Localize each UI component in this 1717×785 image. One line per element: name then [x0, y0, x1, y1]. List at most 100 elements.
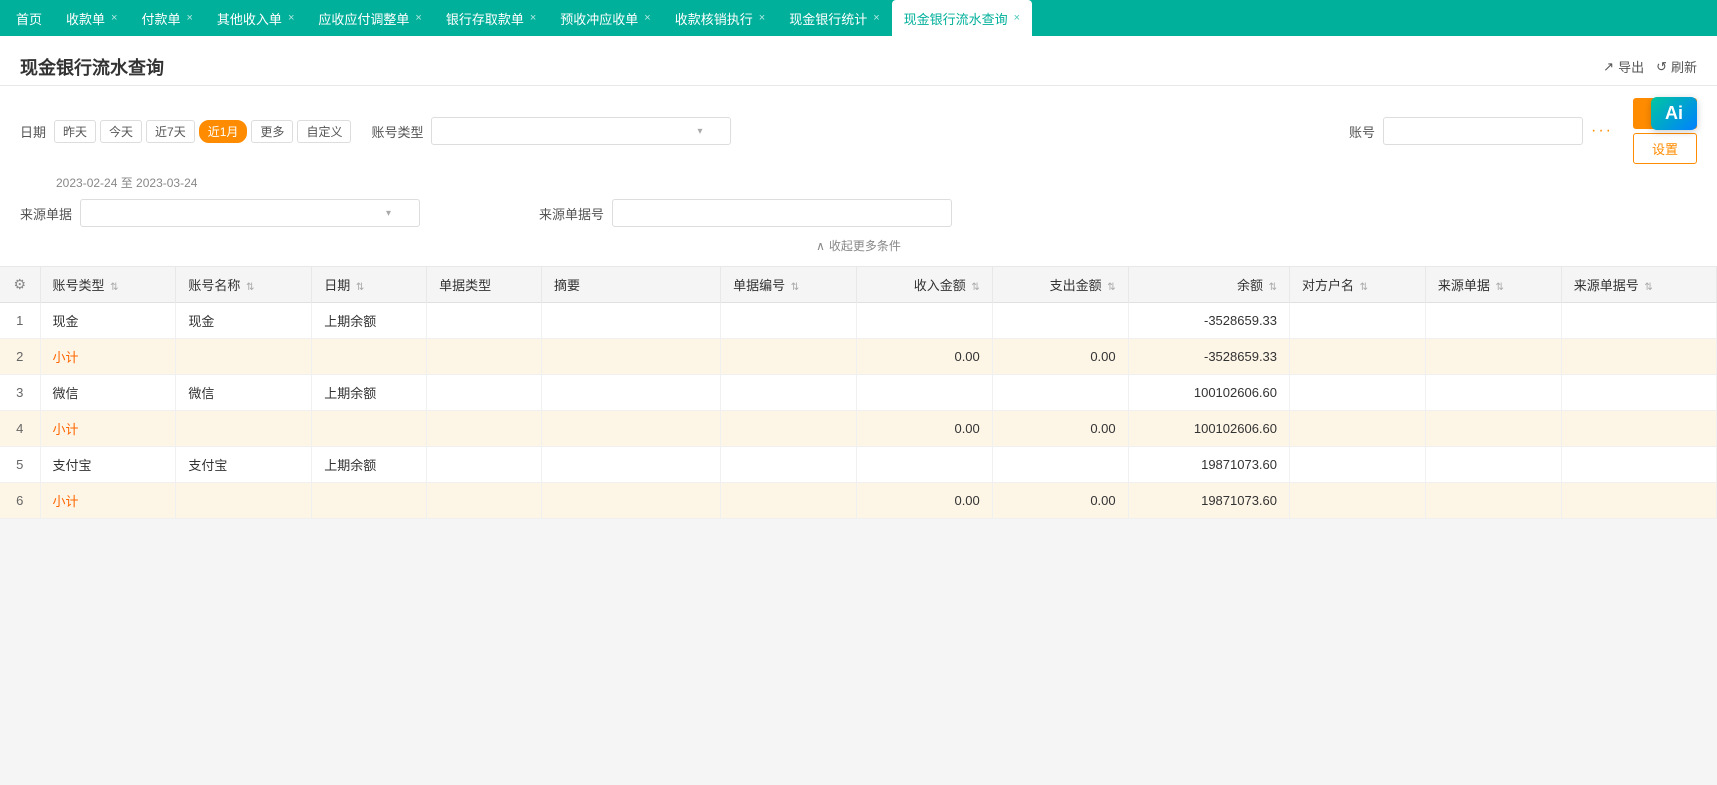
- col-account-type[interactable]: 账号类型 ⇅: [40, 267, 176, 303]
- settings-button[interactable]: 设置: [1633, 133, 1697, 164]
- col-doc-type[interactable]: 单据类型: [427, 267, 542, 303]
- filter-row-2: 来源单据 ▾ 来源单据号: [20, 199, 1697, 227]
- cell-date-1: [312, 339, 427, 375]
- cell-doc-type-1: [427, 339, 542, 375]
- nav-tab-close-4[interactable]: ×: [530, 12, 536, 24]
- cell-account-name-3: [176, 411, 312, 447]
- nav-tab-1[interactable]: 付款单 ×: [129, 0, 204, 36]
- data-table: ⚙ 账号类型 ⇅ 账号名称 ⇅ 日期 ⇅ 单据类型 摘要: [0, 267, 1717, 519]
- col-doc-no[interactable]: 单据编号 ⇅: [721, 267, 857, 303]
- col-expense[interactable]: 支出金额 ⇅: [992, 267, 1128, 303]
- refresh-label: 刷新: [1671, 57, 1697, 76]
- account-label: 账号: [1349, 122, 1375, 141]
- date-range-display: 2023-02-24 至 2023-03-24: [56, 174, 1697, 191]
- nav-tab-close-7[interactable]: ×: [873, 12, 879, 24]
- account-dots-button[interactable]: ···: [1591, 122, 1613, 140]
- nav-tab-5[interactable]: 预收冲应收单 ×: [548, 0, 662, 36]
- cell-summary-0: [542, 303, 721, 339]
- nav-tab-4[interactable]: 银行存取款单 ×: [434, 0, 548, 36]
- col-counterpart[interactable]: 对方户名 ⇅: [1290, 267, 1426, 303]
- cell-doc-type-5: [427, 483, 542, 519]
- nav-tab-close-5[interactable]: ×: [644, 12, 650, 24]
- cell-balance-1: -3528659.33: [1128, 339, 1289, 375]
- col-date[interactable]: 日期 ⇅: [312, 267, 427, 303]
- cell-source-doc-no-2: [1561, 375, 1716, 411]
- table-header-row: ⚙ 账号类型 ⇅ 账号名称 ⇅ 日期 ⇅ 单据类型 摘要: [0, 267, 1717, 303]
- account-type-select[interactable]: ▾: [431, 117, 731, 145]
- account-type-label: 账号类型: [371, 122, 423, 141]
- sort-expense-icon: ⇅: [1107, 282, 1115, 293]
- source-doc-filter: 来源单据 ▾: [20, 199, 519, 227]
- sort-account-type-icon: ⇅: [110, 282, 118, 293]
- date-btn-more[interactable]: 更多: [251, 120, 293, 143]
- date-btn-custom[interactable]: 自定义: [297, 120, 351, 143]
- cell-account-type-2: 微信: [40, 375, 176, 411]
- date-btn-7days[interactable]: 近7天: [146, 120, 195, 143]
- gear-icon[interactable]: ⚙: [13, 276, 26, 293]
- col-account-name[interactable]: 账号名称 ⇅: [176, 267, 312, 303]
- nav-tab-label-8: 现金银行流水查询: [904, 9, 1008, 28]
- sort-balance-icon: ⇅: [1269, 282, 1277, 293]
- nav-tab-close-1[interactable]: ×: [186, 12, 192, 24]
- cell-income-2: [856, 375, 992, 411]
- account-input[interactable]: [1383, 117, 1583, 145]
- date-btn-1month[interactable]: 近1月: [199, 120, 248, 143]
- nav-tab-label-6: 收款核销执行: [675, 9, 753, 28]
- col-balance[interactable]: 余额 ⇅: [1128, 267, 1289, 303]
- cell-doc-no-0: [721, 303, 857, 339]
- cell-doc-type-2: [427, 375, 542, 411]
- cell-doc-no-2: [721, 375, 857, 411]
- ai-badge[interactable]: Ai: [1651, 97, 1697, 130]
- cell-balance-4: 19871073.60: [1128, 447, 1289, 483]
- nav-tab-2[interactable]: 其他收入单 ×: [205, 0, 306, 36]
- filter-row-1: 日期 昨天 今天 近7天 近1月 更多 自定义 账号类型 ▾ 账号 ···: [20, 98, 1697, 164]
- col-summary[interactable]: 摘要: [542, 267, 721, 303]
- source-doc-chevron: ▾: [386, 208, 391, 219]
- cell-source-doc-no-3: [1561, 411, 1716, 447]
- header-actions: ↗ 导出 ↺ 刷新: [1603, 57, 1697, 76]
- nav-tab-label-1: 付款单: [141, 9, 180, 28]
- nav-tab-close-0[interactable]: ×: [111, 12, 117, 24]
- date-btn-today[interactable]: 今天: [100, 120, 142, 143]
- col-summary-label: 摘要: [554, 278, 580, 293]
- cell-index-0: 1: [0, 303, 40, 339]
- table-row: 4 小计 0.00 0.00 100102606.60: [0, 411, 1717, 447]
- cell-source-doc-no-0: [1561, 303, 1716, 339]
- col-income[interactable]: 收入金额 ⇅: [856, 267, 992, 303]
- nav-tab-7[interactable]: 现金银行统计 ×: [777, 0, 891, 36]
- refresh-button[interactable]: ↺ 刷新: [1656, 57, 1697, 76]
- cell-doc-no-3: [721, 411, 857, 447]
- col-source-doc[interactable]: 来源单据 ⇅: [1425, 267, 1561, 303]
- nav-tab-8[interactable]: 现金银行流水查询 ×: [892, 0, 1032, 36]
- nav-tab-close-2[interactable]: ×: [288, 12, 294, 24]
- source-doc-no-input[interactable]: [612, 199, 952, 227]
- nav-tab-close-3[interactable]: ×: [415, 12, 421, 24]
- export-button[interactable]: ↗ 导出: [1603, 57, 1644, 76]
- nav-tab-0[interactable]: 收款单 ×: [54, 0, 129, 36]
- nav-tab-6[interactable]: 收款核销执行 ×: [663, 0, 777, 36]
- cell-source-doc-2: [1425, 375, 1561, 411]
- nav-tab-label-5: 预收冲应收单: [560, 9, 638, 28]
- cell-expense-0: [992, 303, 1128, 339]
- cell-counterpart-5: [1290, 483, 1426, 519]
- date-options: 昨天 今天 近7天 近1月 更多 自定义: [54, 120, 351, 143]
- collapse-bar[interactable]: ∧ 收起更多条件: [20, 237, 1697, 254]
- table-row: 5 支付宝 支付宝 上期余额 19871073.60: [0, 447, 1717, 483]
- sort-source-doc-icon: ⇅: [1496, 282, 1504, 293]
- col-account-type-label: 账号类型: [53, 278, 105, 293]
- cell-summary-3: [542, 411, 721, 447]
- col-source-doc-no-label: 来源单据号: [1574, 278, 1639, 293]
- export-icon: ↗: [1603, 59, 1614, 75]
- date-btn-yesterday[interactable]: 昨天: [54, 120, 96, 143]
- nav-tab-close-8[interactable]: ×: [1014, 12, 1020, 24]
- nav-tab-close-6[interactable]: ×: [759, 12, 765, 24]
- nav-tab-3[interactable]: 应收应付调整单 ×: [306, 0, 433, 36]
- nav-tab-label-2: 其他收入单: [217, 9, 282, 28]
- col-source-doc-no[interactable]: 来源单据号 ⇅: [1561, 267, 1716, 303]
- cell-income-4: [856, 447, 992, 483]
- col-gear[interactable]: ⚙: [0, 267, 40, 303]
- cell-source-doc-no-5: [1561, 483, 1716, 519]
- nav-home[interactable]: 首页: [4, 0, 54, 36]
- cell-counterpart-2: [1290, 375, 1426, 411]
- source-doc-select[interactable]: ▾: [80, 199, 420, 227]
